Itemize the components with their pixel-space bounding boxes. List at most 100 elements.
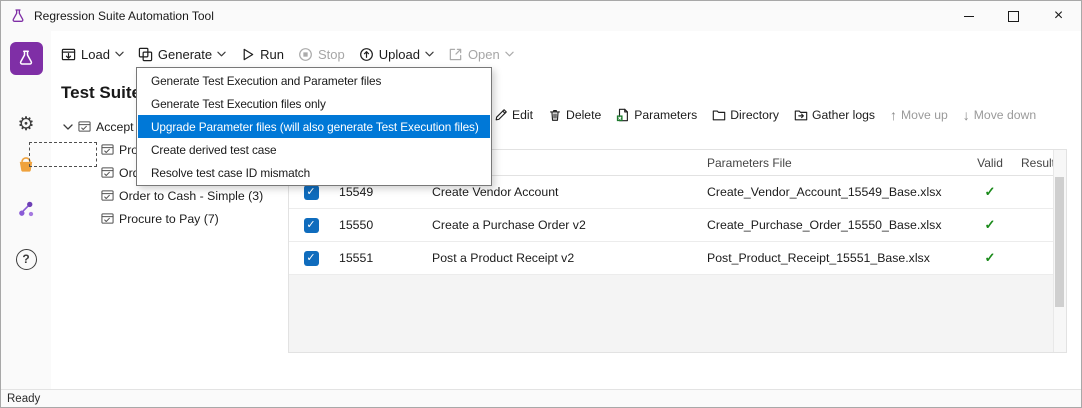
status-text: Ready: [7, 392, 41, 405]
menu-item-resolve-test-case-id-mismatch[interactable]: Resolve test case ID mismatch: [138, 161, 490, 184]
open-icon: [449, 48, 462, 60]
load-label: Load: [81, 46, 110, 62]
grid-toolbar: Edit Delete Parameters Directory Gather …: [494, 103, 1036, 127]
row-checkbox[interactable]: ✓: [303, 184, 319, 200]
run-icon: [243, 48, 254, 60]
menu-item-generate-execution-files-only[interactable]: Generate Test Execution files only: [138, 92, 490, 115]
open-label: Open: [467, 46, 500, 62]
test-suite-icon: [101, 213, 114, 224]
tree-item-procure-to-pay[interactable]: Procure to Pay (7): [51, 207, 263, 230]
gear-icon: ⚙: [17, 113, 35, 135]
delete-button[interactable]: Delete: [548, 108, 601, 122]
bucket-icon: [19, 157, 33, 172]
menu-item-generate-execution-and-parameter-files[interactable]: Generate Test Execution and Parameter fi…: [138, 69, 490, 92]
sidebar-item-services[interactable]: [1, 190, 51, 228]
chevron-down-icon: [217, 51, 226, 57]
pencil-icon: [495, 109, 507, 121]
gather-logs-button[interactable]: Gather logs: [794, 108, 875, 122]
titlebar[interactable]: Regression Suite Automation Tool ×: [1, 1, 1081, 31]
parameters-file: Post_Product_Receipt_15551_Base.xlsx: [707, 251, 930, 265]
check-icon: ✓: [306, 185, 316, 198]
header-parameters-file: Parameters File: [707, 155, 792, 170]
tree-item-label: Order to Cash - Simple (3): [119, 188, 264, 203]
menu-item-create-derived-test-case[interactable]: Create derived test case: [138, 138, 490, 161]
test-suite-icon: [78, 121, 91, 132]
row-checkbox[interactable]: ✓: [303, 250, 319, 266]
maximize-icon: [1008, 10, 1019, 22]
testcase-id: 15551: [339, 251, 374, 265]
directory-label: Directory: [730, 108, 780, 122]
testcase-name: Create a Purchase Order v2: [432, 218, 586, 232]
generate-dropdown-menu: Generate Test Execution and Parameter fi…: [136, 67, 492, 186]
tree-item-label: Accept: [96, 119, 134, 134]
window-title: Regression Suite Automation Tool: [34, 9, 214, 23]
delete-label: Delete: [566, 108, 602, 122]
vertical-scrollbar[interactable]: [1053, 150, 1066, 352]
directory-button[interactable]: Directory: [712, 108, 779, 122]
generate-icon: [138, 47, 153, 61]
sidebar-item-settings[interactable]: ⚙: [1, 105, 51, 143]
trash-icon: [550, 110, 560, 121]
services-icon: [19, 201, 34, 217]
question-glyph: ?: [22, 252, 30, 266]
arrow-up-icon: ↑: [890, 107, 898, 123]
maximize-button[interactable]: [991, 1, 1036, 31]
testcase-name: Create Vendor Account: [432, 185, 559, 199]
move-down-button[interactable]: ↓ Move down: [963, 108, 1036, 122]
page-title: Test Suite: [61, 83, 141, 102]
upload-button[interactable]: Upload: [359, 47, 434, 62]
run-button[interactable]: Run: [240, 47, 284, 62]
sidebar-item-help[interactable]: ?: [1, 240, 51, 278]
edit-button[interactable]: Edit: [494, 108, 533, 122]
stop-icon: [299, 47, 312, 61]
tree-item-order-to-cash-simple[interactable]: Order to Cash - Simple (3): [51, 184, 263, 207]
status-bar: Ready: [1, 389, 1081, 407]
upload-icon: [359, 47, 373, 61]
row-checkbox[interactable]: ✓: [303, 217, 319, 233]
test-suite-icon: [101, 144, 114, 155]
testcase-name: Post a Product Receipt v2: [432, 251, 575, 265]
valid-check-icon: ✓: [984, 184, 996, 199]
upload-label: Upload: [378, 46, 420, 62]
menu-item-upgrade-parameter-files[interactable]: Upgrade Parameter files (will also gener…: [138, 115, 490, 138]
table-row[interactable]: ✓ 15551 Post a Product Receipt v2 Post_P…: [289, 242, 1066, 275]
app-window: Regression Suite Automation Tool × ⚙ ? L…: [0, 0, 1082, 408]
parameters-button[interactable]: Parameters: [616, 108, 697, 122]
check-icon: ✓: [306, 218, 316, 231]
minimize-icon: [963, 15, 974, 17]
edit-label: Edit: [512, 108, 534, 122]
stop-button[interactable]: Stop: [298, 47, 345, 62]
tree-item-label: Procure to Pay (7): [119, 211, 219, 226]
chevron-down-icon: [115, 51, 124, 57]
minimize-button[interactable]: [946, 1, 991, 31]
open-button[interactable]: Open: [448, 47, 514, 62]
main-toolbar: Load Generate Run Stop Upload Open: [61, 41, 514, 67]
app-icon: [10, 8, 26, 24]
move-up-button[interactable]: ↑ Move up: [890, 108, 948, 122]
check-icon: ✓: [306, 251, 316, 264]
stop-label: Stop: [317, 46, 345, 62]
window-controls: ×: [946, 1, 1081, 31]
arrow-down-icon: ↓: [962, 107, 970, 123]
header-valid: Valid: [977, 155, 1003, 170]
scrollbar-thumb[interactable]: [1055, 177, 1064, 307]
folder-icon: [712, 110, 726, 121]
move-down-label: Move down: [973, 108, 1037, 122]
valid-check-icon: ✓: [984, 217, 996, 232]
folder-arrow-icon: [794, 110, 808, 121]
parameters-label: Parameters: [634, 108, 698, 122]
close-button[interactable]: ×: [1036, 1, 1081, 31]
chevron-down-icon: [425, 51, 434, 57]
sidebar: ⚙ ?: [1, 31, 52, 389]
excel-parameters-icon: [617, 108, 629, 122]
load-icon: [61, 48, 76, 60]
table-row[interactable]: ✓ 15550 Create a Purchase Order v2 Creat…: [289, 209, 1066, 242]
flask-tile: [9, 41, 43, 75]
load-button[interactable]: Load: [61, 47, 124, 62]
sidebar-item-tests-active[interactable]: [1, 39, 51, 77]
run-label: Run: [260, 46, 284, 62]
sidebar-item-tasks[interactable]: [1, 145, 51, 183]
generate-button[interactable]: Generate: [138, 47, 226, 62]
test-suite-icon: [101, 190, 114, 201]
close-icon: ×: [1053, 7, 1064, 24]
